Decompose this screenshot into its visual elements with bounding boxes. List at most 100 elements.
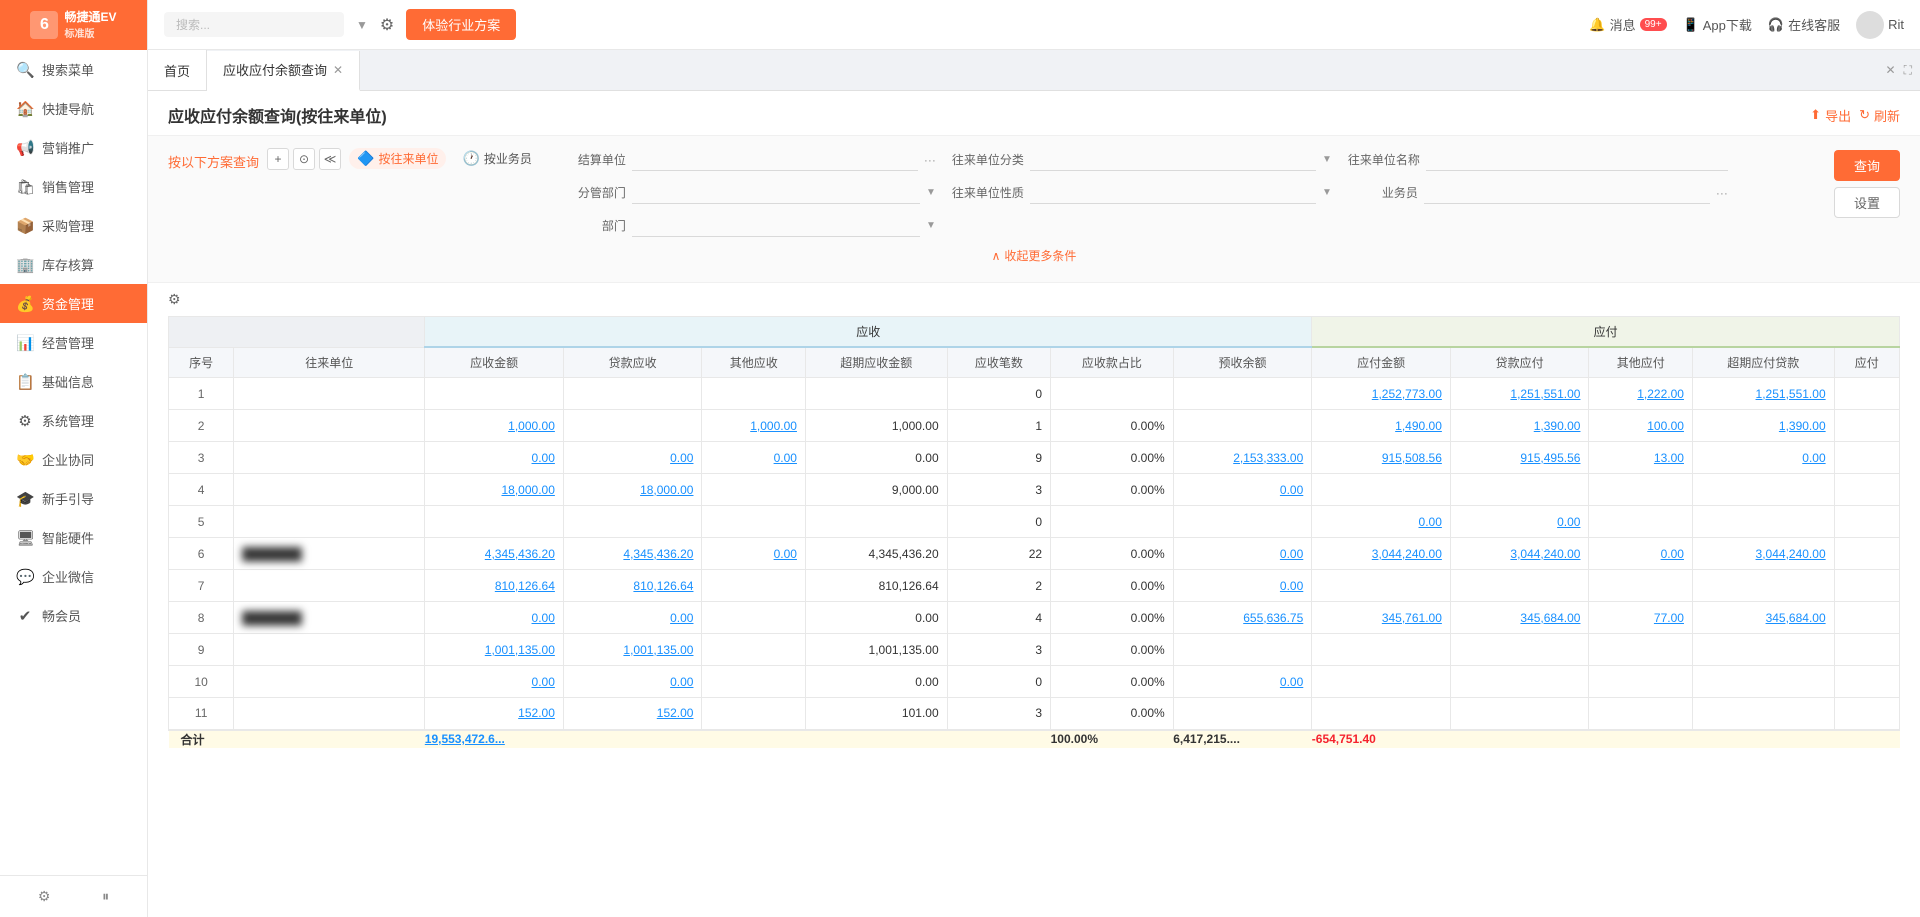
table-cell[interactable] [563, 378, 702, 410]
table-cell[interactable] [702, 634, 805, 666]
sidebar-item-wechat[interactable]: 💬 企业微信 [0, 557, 147, 596]
table-cell[interactable] [1173, 698, 1312, 730]
table-cell[interactable]: 0.00 [563, 442, 702, 474]
table-cell[interactable]: 4,345,436.20 [563, 538, 702, 570]
tab-home[interactable]: 首页 [148, 50, 207, 90]
solution-button[interactable]: 体验行业方案 [406, 9, 516, 40]
table-cell[interactable]: 810,126.64 [563, 570, 702, 602]
table-cell[interactable]: 345,684.00 [1692, 602, 1834, 634]
table-cell[interactable]: 100.00 [1589, 410, 1692, 442]
table-cell[interactable] [1450, 634, 1589, 666]
table-cell[interactable]: 0.00 [425, 666, 564, 698]
sidebar-item-management[interactable]: 📊 经营管理 [0, 323, 147, 362]
sidebar-item-member[interactable]: ✔ 畅会员 [0, 596, 147, 635]
table-cell[interactable] [1692, 698, 1834, 730]
table-cell[interactable] [1589, 666, 1692, 698]
table-cell[interactable]: 1,490.00 [1312, 410, 1451, 442]
table-cell[interactable] [1692, 506, 1834, 538]
table-cell[interactable] [425, 506, 564, 538]
sidebar-collapse-btn[interactable]: ⏸ [98, 884, 113, 909]
table-cell[interactable] [1173, 410, 1312, 442]
table-cell[interactable] [1312, 698, 1451, 730]
table-cell[interactable] [702, 698, 805, 730]
table-cell[interactable]: 3,044,240.00 [1312, 538, 1451, 570]
table-scroll-container[interactable]: 应收 应付 序号 往来单位 应收金额 贷款应收 其他应收 超期应收金额 应收笔数… [168, 316, 1900, 748]
table-cell[interactable]: 345,761.00 [1312, 602, 1451, 634]
sidebar-item-hardware[interactable]: 🖥 智能硬件 [0, 518, 147, 557]
table-cell[interactable]: 0.00 [1589, 538, 1692, 570]
table-cell[interactable]: 0.00 [1173, 666, 1312, 698]
table-cell[interactable] [1692, 666, 1834, 698]
table-cell[interactable] [702, 570, 805, 602]
sidebar-item-search[interactable]: 🔍 搜索菜单 [0, 50, 147, 89]
scheme-collapse-btn[interactable]: ≪ [319, 148, 341, 170]
sidebar-item-guide[interactable]: 🎓 新手引导 [0, 479, 147, 518]
app-download-item[interactable]: 📱 App下载 [1683, 15, 1752, 34]
table-cell[interactable]: 0.00 [425, 442, 564, 474]
table-cell[interactable] [702, 602, 805, 634]
table-cell[interactable] [563, 410, 702, 442]
table-cell[interactable]: 0.00 [1173, 570, 1312, 602]
sidebar-item-marketing[interactable]: 📢 营销推广 [0, 128, 147, 167]
sidebar-item-quick-nav[interactable]: 🏠 快捷导航 [0, 89, 147, 128]
partner-nature-input[interactable] [1030, 181, 1316, 204]
table-cell[interactable]: 0.00 [563, 666, 702, 698]
settlement-unit-dots[interactable]: ··· [924, 153, 936, 167]
table-cell[interactable]: 152.00 [425, 698, 564, 730]
table-cell[interactable]: 0.00 [702, 442, 805, 474]
table-cell[interactable] [1589, 506, 1692, 538]
table-cell[interactable] [425, 378, 564, 410]
sidebar-item-inventory[interactable]: 🏢 库存核算 [0, 245, 147, 284]
table-cell[interactable] [1589, 634, 1692, 666]
sidebar-item-purchase[interactable]: 📦 采购管理 [0, 206, 147, 245]
table-cell[interactable]: 915,495.56 [1450, 442, 1589, 474]
sidebar-item-enterprise[interactable]: 🤝 企业协同 [0, 440, 147, 479]
table-cell[interactable] [1173, 634, 1312, 666]
sidebar-item-finance[interactable]: 💰 资金管理 [0, 284, 147, 323]
table-cell[interactable] [702, 506, 805, 538]
scheme-by-staff[interactable]: 🕐 按业务员 [454, 148, 539, 169]
table-cell[interactable]: 810,126.64 [425, 570, 564, 602]
table-cell[interactable] [1450, 570, 1589, 602]
tab-ar-ap[interactable]: 应收应付余额查询 ✕ [207, 51, 360, 91]
table-cell[interactable]: 1,222.00 [1589, 378, 1692, 410]
table-cell[interactable]: 1,251,551.00 [1450, 378, 1589, 410]
table-cell[interactable] [1692, 570, 1834, 602]
table-cell[interactable]: 655,636.75 [1173, 602, 1312, 634]
user-avatar[interactable]: Rit [1856, 11, 1904, 39]
tab-close-icon[interactable]: ✕ [333, 63, 343, 77]
table-cell[interactable]: 18,000.00 [425, 474, 564, 506]
sidebar-settings-btn[interactable]: ⚙ [34, 884, 55, 909]
department-input[interactable] [632, 214, 920, 237]
salesperson-dots[interactable]: ··· [1716, 186, 1728, 200]
table-cell[interactable]: 0.00 [425, 602, 564, 634]
dept-chevron[interactable]: ▼ [926, 187, 936, 198]
refresh-button[interactable]: ↻ 刷新 [1859, 106, 1900, 125]
sidebar-item-system[interactable]: ⚙ 系统管理 [0, 401, 147, 440]
table-cell[interactable] [1312, 666, 1451, 698]
table-cell[interactable]: 1,390.00 [1692, 410, 1834, 442]
online-service-item[interactable]: 🎧 在线客服 [1768, 15, 1840, 34]
table-cell[interactable]: 0.00 [563, 602, 702, 634]
sidebar-item-base-info[interactable]: 📋 基础信息 [0, 362, 147, 401]
table-cell[interactable]: 0.00 [1173, 538, 1312, 570]
table-cell[interactable]: 13.00 [1589, 442, 1692, 474]
table-cell[interactable] [1312, 474, 1451, 506]
table-cell[interactable]: 1,000.00 [425, 410, 564, 442]
table-cell[interactable]: 1,252,773.00 [1312, 378, 1451, 410]
notifications-item[interactable]: 🔔 消息 99+ [1589, 15, 1666, 34]
table-cell[interactable] [1173, 378, 1312, 410]
table-cell[interactable] [1692, 474, 1834, 506]
scheme-add-btn[interactable]: + [267, 148, 289, 170]
table-cell[interactable] [1312, 570, 1451, 602]
table-cell[interactable]: 77.00 [1589, 602, 1692, 634]
table-cell[interactable] [1450, 474, 1589, 506]
table-cell[interactable] [1450, 666, 1589, 698]
table-cell[interactable]: 152.00 [563, 698, 702, 730]
table-cell[interactable]: 1,001,135.00 [425, 634, 564, 666]
topbar-gear-icon[interactable]: ⚙ [380, 15, 394, 35]
table-cell[interactable]: 0.00 [1450, 506, 1589, 538]
table-cell[interactable]: 0.00 [1173, 474, 1312, 506]
table-cell[interactable]: 0.00 [1692, 442, 1834, 474]
table-cell[interactable]: 345,684.00 [1450, 602, 1589, 634]
